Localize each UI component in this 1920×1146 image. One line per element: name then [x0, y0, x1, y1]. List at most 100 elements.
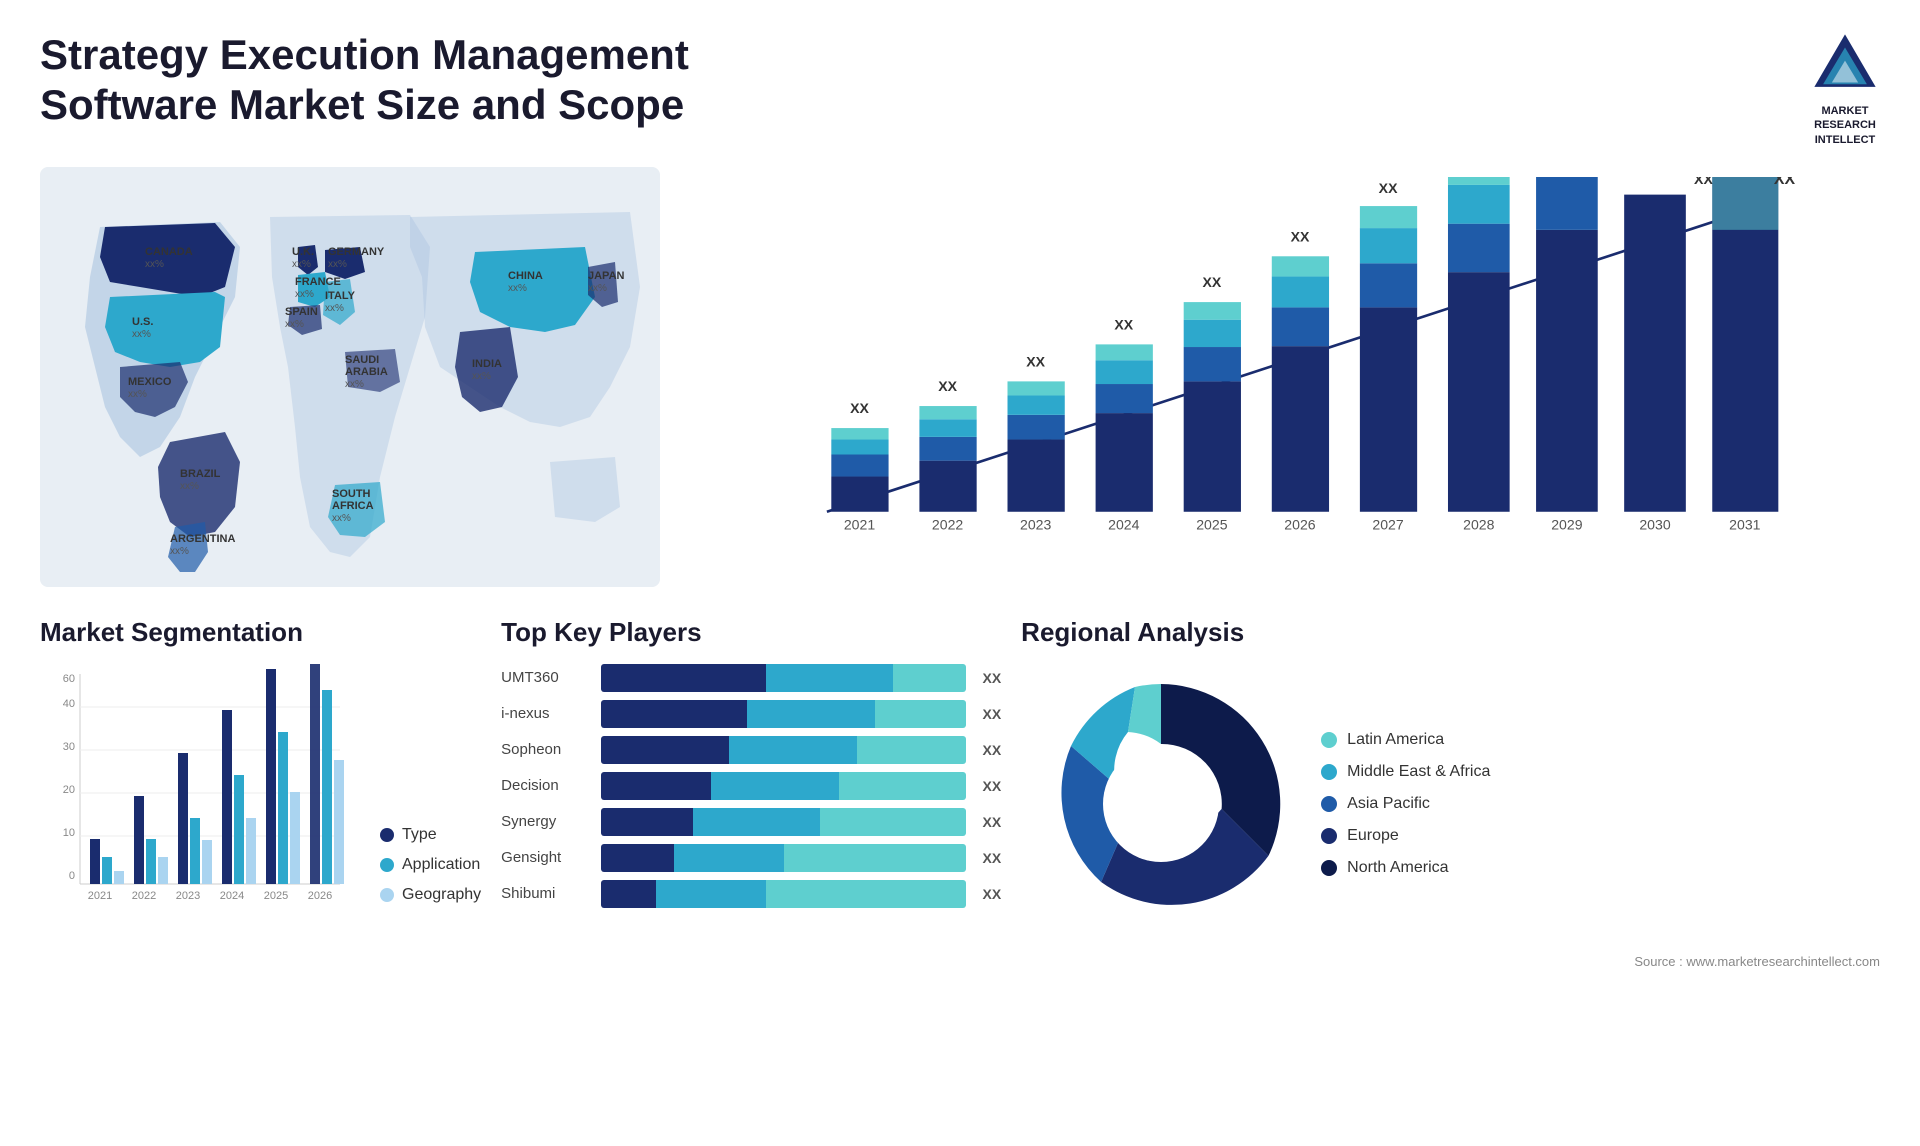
svg-text:xx%: xx% — [508, 283, 527, 294]
svg-text:xx%: xx% — [345, 379, 364, 390]
segmentation-area: Market Segmentation 0 10 20 30 40 60 — [40, 617, 481, 969]
svg-text:2024: 2024 — [220, 890, 244, 902]
legend-latin-america-dot — [1321, 732, 1337, 748]
bar-seg-3 — [875, 700, 966, 728]
players-area: Top Key Players UMT360 XX i-nexus — [501, 617, 1001, 969]
player-xx: XX — [982, 886, 1001, 902]
svg-text:CANADA: CANADA — [145, 246, 193, 258]
svg-text:XX: XX — [1694, 177, 1713, 187]
svg-text:2029: 2029 — [1551, 516, 1582, 532]
bar-seg-1 — [601, 736, 729, 764]
player-name: Decision — [501, 777, 591, 794]
svg-text:INDIA: INDIA — [472, 358, 502, 370]
svg-text:2026: 2026 — [308, 890, 332, 902]
bar-seg-1 — [601, 664, 765, 692]
svg-text:FRANCE: FRANCE — [295, 276, 341, 288]
player-xx: XX — [982, 778, 1001, 794]
svg-text:2023: 2023 — [176, 890, 200, 902]
svg-text:2028: 2028 — [1463, 516, 1494, 532]
player-name: Sopheon — [501, 741, 591, 758]
svg-text:SAUDI: SAUDI — [345, 354, 379, 366]
line-chart-container: 0 10 20 30 40 60 2021 2022 — [40, 664, 360, 924]
svg-text:xx%: xx% — [292, 259, 311, 270]
donut-chart-svg: .donut-seg { cursor: pointer; } — [1021, 664, 1301, 944]
player-bar — [601, 880, 966, 908]
bar-seg-1 — [601, 808, 692, 836]
segmentation-legend: Type Application Geography — [380, 826, 481, 924]
svg-text:XX: XX — [938, 378, 957, 394]
svg-text:2030: 2030 — [1639, 516, 1670, 532]
svg-text:30: 30 — [63, 741, 75, 753]
svg-text:0: 0 — [69, 870, 75, 882]
svg-text:XX: XX — [1774, 177, 1796, 188]
svg-text:2021: 2021 — [844, 516, 875, 532]
legend-asia-pacific-dot — [1321, 796, 1337, 812]
page-wrapper: Strategy Execution Management Software M… — [0, 0, 1920, 1146]
logo-area: MARKETRESEARCHINTELLECT — [1810, 30, 1880, 147]
legend-mea-label: Middle East & Africa — [1347, 763, 1490, 781]
legend-geography: Geography — [380, 886, 481, 904]
bar-seg-2 — [766, 664, 894, 692]
svg-text:AFRICA: AFRICA — [332, 500, 374, 512]
player-bar — [601, 664, 966, 692]
svg-text:XX: XX — [1606, 177, 1625, 180]
legend-latin-america-label: Latin America — [1347, 731, 1444, 749]
bar-seg-3 — [893, 664, 966, 692]
svg-text:ITALY: ITALY — [325, 290, 356, 302]
legend-europe-label: Europe — [1347, 827, 1399, 845]
svg-text:xx%: xx% — [295, 289, 314, 300]
player-name: Gensight — [501, 849, 591, 866]
svg-text:20: 20 — [63, 784, 75, 796]
regional-title: Regional Analysis — [1021, 617, 1880, 648]
player-name: Synergy — [501, 813, 591, 830]
page-title: Strategy Execution Management Software M… — [40, 30, 740, 131]
regional-area: Regional Analysis .donut-seg { cursor: p… — [1021, 617, 1880, 969]
player-xx: XX — [982, 670, 1001, 686]
brand-logo-icon — [1810, 30, 1880, 100]
player-name: UMT360 — [501, 669, 591, 686]
player-row: Gensight XX — [501, 844, 1001, 872]
player-row: i-nexus XX — [501, 700, 1001, 728]
legend-type: Type — [380, 826, 481, 844]
svg-text:2021: 2021 — [88, 890, 112, 902]
legend-asia-pacific: Asia Pacific — [1321, 795, 1490, 813]
bar-seg-1 — [601, 880, 656, 908]
svg-text:xx%: xx% — [170, 546, 189, 557]
svg-text:xx%: xx% — [328, 259, 347, 270]
svg-text:XX: XX — [1513, 177, 1532, 180]
player-xx: XX — [982, 814, 1001, 830]
svg-text:40: 40 — [63, 698, 75, 710]
svg-text:xx%: xx% — [472, 371, 491, 382]
legend-europe-dot — [1321, 828, 1337, 844]
bar-chart-area: XX 2021 XX 2022 XX — [690, 167, 1880, 587]
bar-seg-2 — [674, 844, 784, 872]
svg-text:2026: 2026 — [1284, 516, 1315, 532]
player-name: i-nexus — [501, 705, 591, 722]
svg-text:xx%: xx% — [145, 259, 164, 270]
bar-seg-2 — [747, 700, 875, 728]
svg-text:xx%: xx% — [325, 303, 344, 314]
legend-europe: Europe — [1321, 827, 1490, 845]
svg-text:XX: XX — [1026, 353, 1045, 369]
legend-geography-dot — [380, 888, 394, 902]
svg-text:U.S.: U.S. — [132, 316, 153, 328]
player-row: Synergy XX — [501, 808, 1001, 836]
svg-text:xx%: xx% — [285, 319, 304, 330]
legend-application-dot — [380, 858, 394, 872]
svg-text:2027: 2027 — [1372, 516, 1403, 532]
players-list: UMT360 XX i-nexus XX — [501, 664, 1001, 908]
svg-text:XX: XX — [1114, 316, 1133, 332]
legend-geography-label: Geography — [402, 886, 481, 904]
bar-seg-3 — [820, 808, 966, 836]
player-bar — [601, 736, 966, 764]
svg-text:2022: 2022 — [132, 890, 156, 902]
svg-text:SPAIN: SPAIN — [285, 306, 318, 318]
svg-text:xx%: xx% — [128, 389, 147, 400]
bar-seg-3 — [784, 844, 967, 872]
player-bar — [601, 844, 966, 872]
svg-text:XX: XX — [1379, 180, 1398, 196]
svg-text:10: 10 — [63, 827, 75, 839]
svg-text:XX: XX — [850, 400, 869, 416]
bar-seg-2 — [693, 808, 821, 836]
map-area: CANADA xx% U.S. xx% MEXICO xx% BRAZIL xx… — [40, 167, 660, 587]
